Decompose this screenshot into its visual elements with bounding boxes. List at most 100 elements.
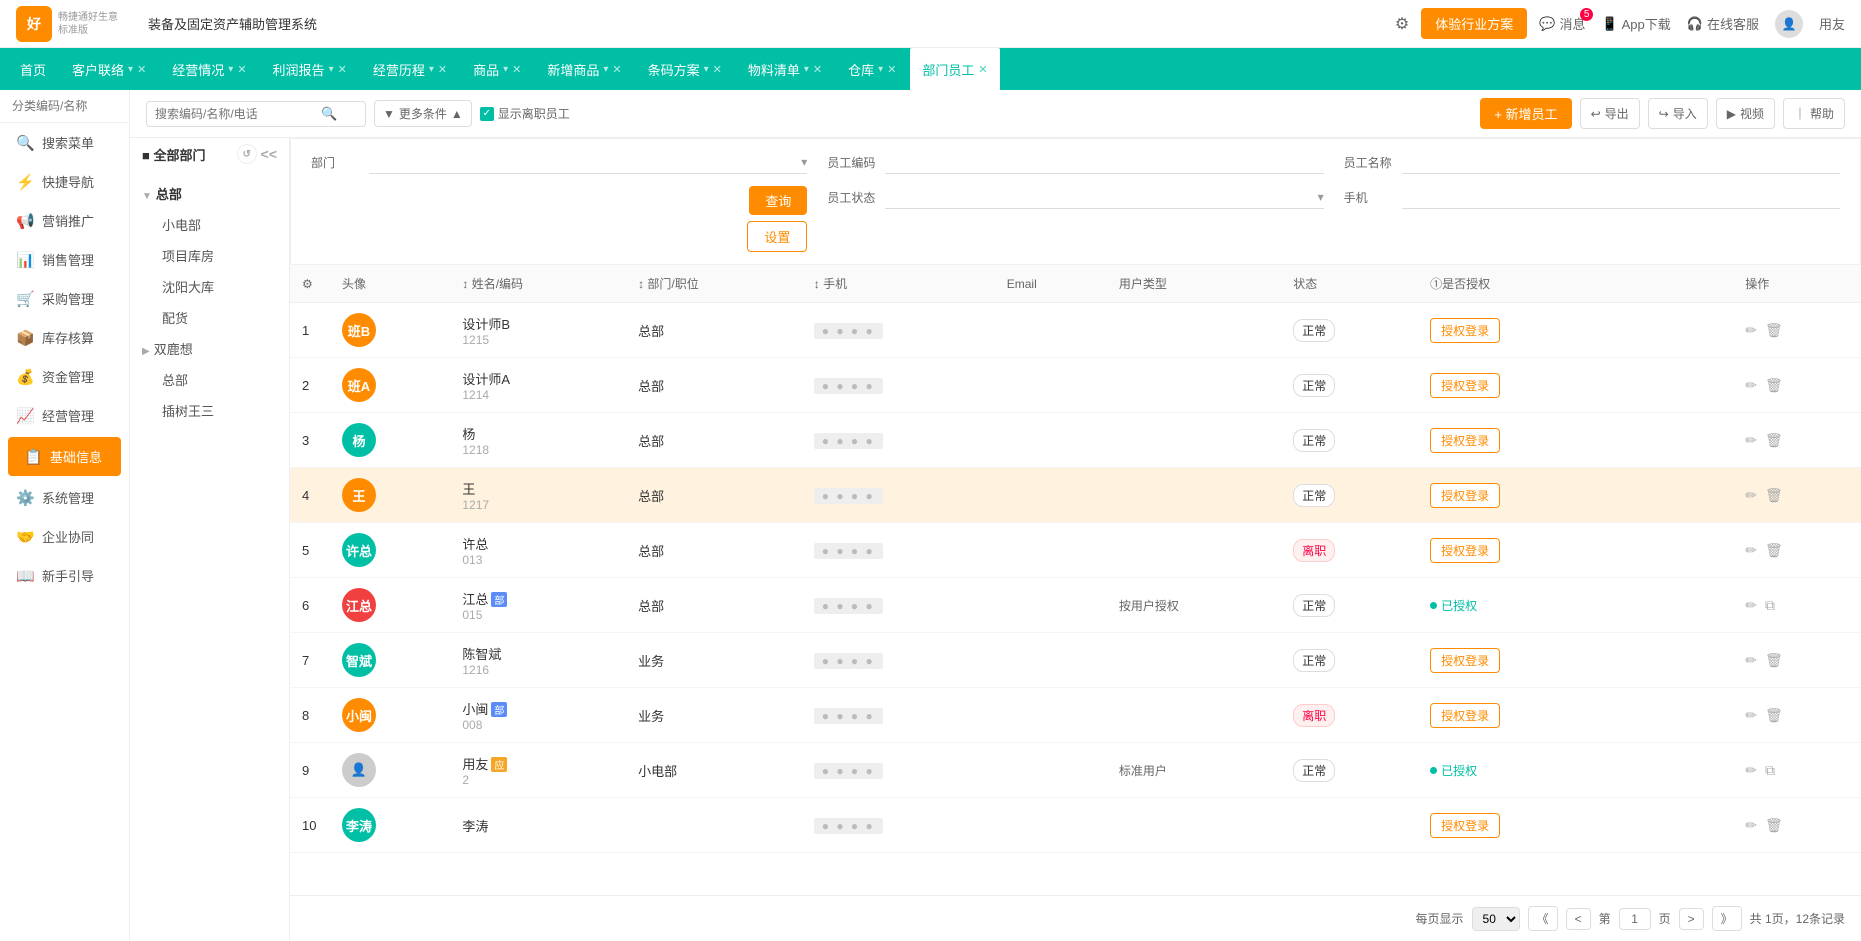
dept-tree-header[interactable]: ■ 全部部门 ↺ << <box>130 138 289 170</box>
collapse-dept-btn[interactable]: << <box>261 146 277 162</box>
export-button[interactable]: ↩ 导出 <box>1580 98 1640 129</box>
filter-empcode-input[interactable] <box>885 151 1323 174</box>
sidebar-item-quicknav[interactable]: ⚡ 快捷导航 <box>0 162 129 201</box>
edit-icon[interactable]: ✏ <box>1745 322 1757 339</box>
filter-reset-btn[interactable]: 设置 <box>747 221 807 252</box>
dept-item-chashuwang[interactable]: 插树王三 <box>130 395 289 426</box>
nav-tab-staff[interactable]: 部门员工✕ <box>910 48 999 90</box>
help-button[interactable]: ｜ 帮助 <box>1783 98 1845 129</box>
delete-icon[interactable]: 🗑 <box>1765 487 1783 504</box>
auth-button[interactable]: 授权登录 <box>1430 483 1500 508</box>
sidebar-item-inventory[interactable]: 📦 库存核算 <box>0 318 129 357</box>
filter-dept-select[interactable]: ▾ <box>369 151 807 174</box>
try-button[interactable]: 体验行业方案 <box>1421 8 1527 39</box>
auth-button[interactable]: 授权登录 <box>1430 373 1500 398</box>
more-filter-btn[interactable]: ▼ 更多条件 ▲ <box>374 100 472 127</box>
edit-icon[interactable]: ✏ <box>1745 432 1757 449</box>
delete-icon[interactable]: 🗑 <box>1765 377 1783 394</box>
nav-tab-customer[interactable]: 客户联络▾✕ <box>60 48 158 90</box>
search-input[interactable] <box>155 107 315 121</box>
table-row-highlighted: 4 王 王1217 总部 ● ● ● ● 正常 授权登录 ✏🗑 <box>290 468 1861 523</box>
auth-button[interactable]: 授权登录 <box>1430 318 1500 343</box>
dept-item-xiaodibu[interactable]: 小电部 <box>130 209 289 240</box>
filter-status-select[interactable]: ▾ <box>885 186 1323 209</box>
col-settings[interactable]: ⚙ <box>290 265 330 303</box>
dept-item-shenyang[interactable]: 沈阳大库 <box>130 271 289 302</box>
sidebar-item-marketing[interactable]: 📢 营销推广 <box>0 201 129 240</box>
app-download-btn[interactable]: 📱 App下载 <box>1601 14 1670 33</box>
delete-icon[interactable]: 🗑 <box>1765 432 1783 449</box>
first-page-btn[interactable]: 《 <box>1528 906 1558 931</box>
view-button[interactable]: ▶ 视频 <box>1716 98 1775 129</box>
show-resigned-toggle[interactable]: ✓ 显示离职员工 <box>480 105 570 122</box>
all-depts-label: ■ 全部部门 <box>142 145 205 164</box>
edit-icon[interactable]: ✏ <box>1745 762 1757 779</box>
edit-icon[interactable]: ✏ <box>1745 377 1757 394</box>
online-service-btn[interactable]: 🎧 在线客服 <box>1687 14 1759 33</box>
messages-btn[interactable]: 💬 消息 5 <box>1539 14 1585 33</box>
nav-tab-add-goods[interactable]: 新增商品▾✕ <box>535 48 633 90</box>
auth-button[interactable]: 授权登录 <box>1430 703 1500 728</box>
delete-icon[interactable]: 🗑 <box>1765 707 1783 724</box>
auth-button[interactable]: 授权登录 <box>1430 428 1500 453</box>
delete-icon[interactable]: 🗑 <box>1765 322 1783 339</box>
nav-tab-operations[interactable]: 经营情况▾✕ <box>160 48 258 90</box>
auth-button[interactable]: 授权登录 <box>1430 538 1500 563</box>
edit-icon[interactable]: ✏ <box>1745 652 1757 669</box>
col-phone[interactable]: ↕ 手机 <box>802 265 995 303</box>
dept-item-shuanglu[interactable]: ▶双鹿想 <box>130 333 289 364</box>
edit-icon[interactable]: ✏ <box>1745 707 1757 724</box>
phone-blurred: ● ● ● ● <box>814 488 883 504</box>
gear-icon[interactable]: ⚙ <box>1395 14 1409 34</box>
edit-icon[interactable]: ✏ <box>1745 817 1757 834</box>
sidebar-item-basic-info[interactable]: 📋 基础信息 <box>8 437 121 476</box>
edit-icon[interactable]: ✏ <box>1745 597 1757 614</box>
delete-icon[interactable]: 🗑 <box>1765 652 1783 669</box>
prev-page-btn[interactable]: < <box>1566 908 1591 930</box>
dept-item-zongbu[interactable]: 总部 <box>130 364 289 395</box>
sidebar-item-sales[interactable]: 📊 销售管理 <box>0 240 129 279</box>
op-icons: ✏🗑 <box>1745 817 1849 834</box>
last-page-btn[interactable]: 》 <box>1712 906 1742 931</box>
sidebar-item-search[interactable]: 🔍 搜索菜单 <box>0 123 129 162</box>
add-employee-button[interactable]: + 新增员工 <box>1480 98 1571 129</box>
delete-icon[interactable]: 🗑 <box>1765 542 1783 559</box>
auth-button[interactable]: 授权登录 <box>1430 813 1500 838</box>
col-name[interactable]: ↕ 姓名/编码 <box>450 265 626 303</box>
sidebar-item-guide[interactable]: 📖 新手引导 <box>0 556 129 595</box>
edit-icon[interactable]: ✏ <box>1745 542 1757 559</box>
sidebar-item-finance[interactable]: 💰 资金管理 <box>0 357 129 396</box>
user-avatar[interactable]: 👤 <box>1775 10 1803 38</box>
filter-phone-input[interactable] <box>1402 186 1840 209</box>
edit-icon[interactable]: ✏ <box>1745 487 1757 504</box>
nav-tab-home[interactable]: 首页 <box>8 48 58 90</box>
dept-item-peihuo[interactable]: 配货 <box>130 302 289 333</box>
nav-tab-history[interactable]: 经营历程▾✕ <box>361 48 459 90</box>
sidebar-item-system[interactable]: ⚙️ 系统管理 <box>0 478 129 517</box>
nav-tab-warehouse[interactable]: 仓库▾✕ <box>836 48 908 90</box>
sidebar-search-input[interactable] <box>12 99 130 113</box>
filter-search-btn[interactable]: 查询 <box>749 186 807 215</box>
nav-tab-bom[interactable]: 物料清单▾✕ <box>736 48 834 90</box>
page-size-select[interactable]: 50 <box>1472 907 1520 931</box>
col-dept[interactable]: ↕ 部门/职位 <box>626 265 802 303</box>
copy-icon[interactable]: ⧉ <box>1765 597 1775 614</box>
dept-item-headquarter[interactable]: ▼总部 <box>130 178 289 209</box>
sidebar-item-operations[interactable]: 📈 经营管理 <box>0 396 129 435</box>
dept-item-xiangmu[interactable]: 项目库房 <box>130 240 289 271</box>
copy-icon[interactable]: ⧉ <box>1765 762 1775 779</box>
delete-icon[interactable]: 🗑 <box>1765 817 1783 834</box>
auth-button[interactable]: 授权登录 <box>1430 648 1500 673</box>
next-page-btn[interactable]: > <box>1679 908 1704 930</box>
nav-tab-barcode[interactable]: 条码方案▾✕ <box>636 48 734 90</box>
sidebar-item-purchase[interactable]: 🛒 采购管理 <box>0 279 129 318</box>
refresh-dept-icon[interactable]: ↺ <box>237 144 257 164</box>
sidebar-item-collab[interactable]: 🤝 企业协同 <box>0 517 129 556</box>
nav-tab-profit[interactable]: 利润报告▾✕ <box>261 48 359 90</box>
system-title: 装备及固定资产辅助管理系统 <box>148 14 1383 33</box>
quicknav-icon: ⚡ <box>16 173 34 191</box>
filter-empname-input[interactable] <box>1402 151 1840 174</box>
nav-tab-goods[interactable]: 商品▾✕ <box>461 48 533 90</box>
import-button[interactable]: ↪ 导入 <box>1648 98 1708 129</box>
employee-table-wrapper: ⚙ 头像 ↕ 姓名/编码 ↕ 部门/职位 ↕ 手机 Email 用户类型 状态 … <box>290 265 1861 895</box>
